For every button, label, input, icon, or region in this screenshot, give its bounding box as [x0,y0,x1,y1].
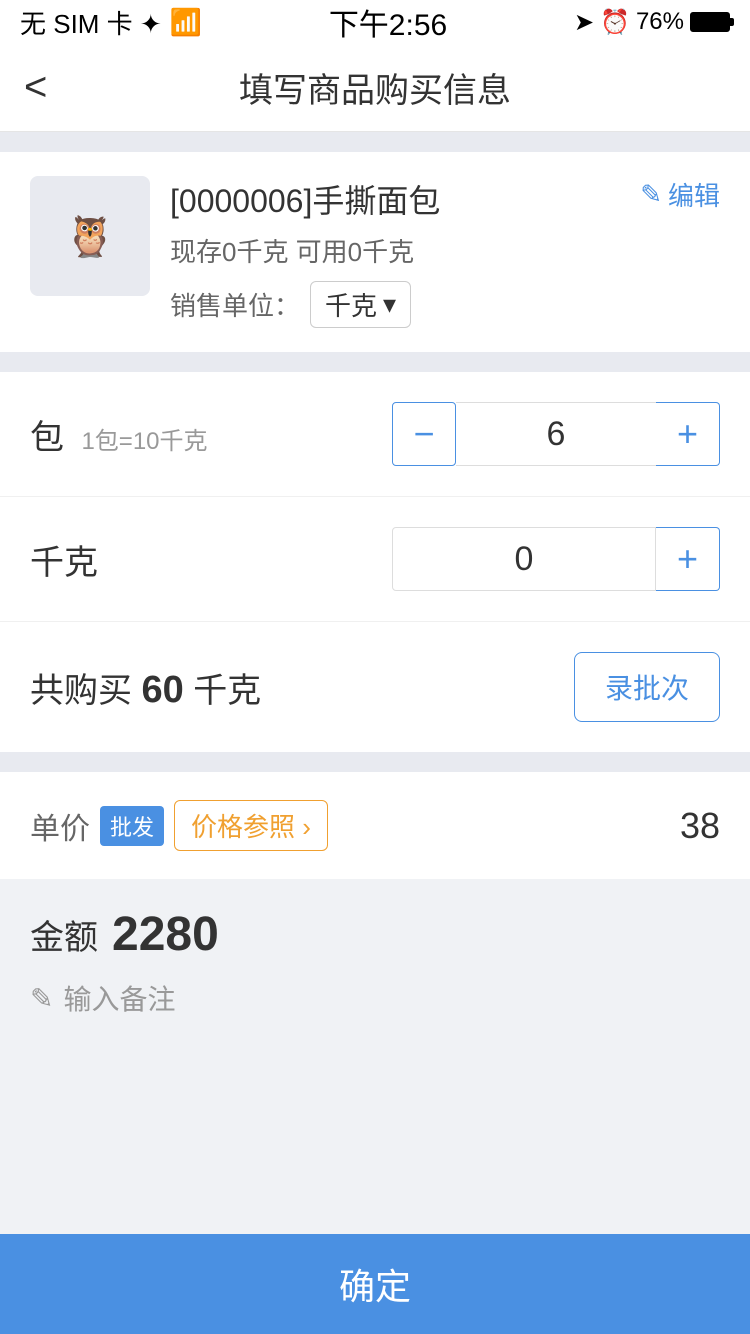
kg-increment-button[interactable]: + [656,527,720,591]
amount-row: 金额 2280 [30,907,720,962]
status-time: 下午2:56 [329,0,447,44]
price-reference-button[interactable]: 价格参照 › [174,800,328,851]
battery-text: 76% [636,8,684,36]
location-icon: ➤ [574,8,594,37]
edit-icon: ✎ [640,179,662,210]
total-prefix: 共购买 [30,672,132,710]
page-title: 填写商品购买信息 [239,63,511,112]
nav-bar: < 填写商品购买信息 [0,44,750,132]
unit-label: 销售单位： [170,286,300,323]
kg-quantity-input[interactable] [392,527,656,591]
sim-text: 无 SIM 卡 ✦ [20,4,162,41]
price-value: 38 [680,805,720,847]
kg-row: 千克 + [0,497,750,622]
alarm-icon: ⏰ [600,8,630,37]
pencil-icon: ✎ [30,982,53,1015]
chevron-down-icon: ▾ [383,289,396,320]
product-logo-icon: 🦉 [65,213,115,260]
input-section: 包 1包=10千克 − + 千克 + [0,372,750,622]
product-info: [0000006]手撕面包 现存0千克 可用0千克 销售单位： 千克 ▾ [170,176,720,328]
divider-price [0,752,750,772]
confirm-button[interactable]: 确定 [0,1234,750,1334]
price-label: 单价 批发 价格参照 › [30,800,328,851]
package-row: 包 1包=10千克 − + [0,372,750,497]
price-section: 单价 批发 价格参照 › 38 [0,772,750,879]
unit-value: 千克 [325,286,377,323]
remark-row[interactable]: ✎ 输入备注 [30,978,720,1018]
divider-middle [0,352,750,372]
package-hint: 1包=10千克 [81,428,207,455]
edit-button[interactable]: ✎ 编辑 [640,176,720,213]
record-batch-button[interactable]: 录批次 [574,652,720,722]
kg-label: 千克 [30,535,392,584]
package-quantity-control: − + [392,402,720,466]
product-unit-row: 销售单位： 千克 ▾ [170,281,720,328]
amount-section: 金额 2280 ✎ 输入备注 [0,879,750,1034]
back-button[interactable]: < [24,65,47,110]
status-bar: 无 SIM 卡 ✦ 📶 下午2:56 ➤ ⏰ 76% [0,0,750,44]
spacer [0,1034,750,1234]
product-stock: 现存0千克 可用0千克 [170,232,720,269]
total-row: 共购买 60 千克 录批次 [0,622,750,752]
battery-icon [690,12,730,32]
status-right: ➤ ⏰ 76% [574,8,730,37]
unit-select[interactable]: 千克 ▾ [310,281,411,328]
wholesale-badge: 批发 [100,806,164,846]
kg-quantity-control: + [392,527,720,591]
amount-value: 2280 [112,907,219,962]
package-decrement-button[interactable]: − [392,402,456,466]
edit-label: 编辑 [668,176,720,213]
product-name: [0000006]手撕面包 [170,176,720,222]
product-card: 🦉 [0000006]手撕面包 现存0千克 可用0千克 销售单位： 千克 ▾ ✎… [0,152,750,352]
total-text: 共购买 60 千克 [30,663,261,712]
amount-label: 金额 [30,910,98,959]
wifi-icon: 📶 [170,7,202,38]
product-image: 🦉 [30,176,150,296]
status-left: 无 SIM 卡 ✦ 📶 [20,4,202,41]
package-text: 包 [30,419,64,457]
total-suffix: 千克 [193,672,261,710]
remark-placeholder[interactable]: 输入备注 [63,978,175,1018]
package-label: 包 1包=10千克 [30,410,392,459]
package-quantity-input[interactable] [456,402,656,466]
package-increment-button[interactable]: + [656,402,720,466]
total-amount: 60 [141,669,183,711]
divider-top [0,132,750,152]
price-text: 单价 [30,804,90,848]
